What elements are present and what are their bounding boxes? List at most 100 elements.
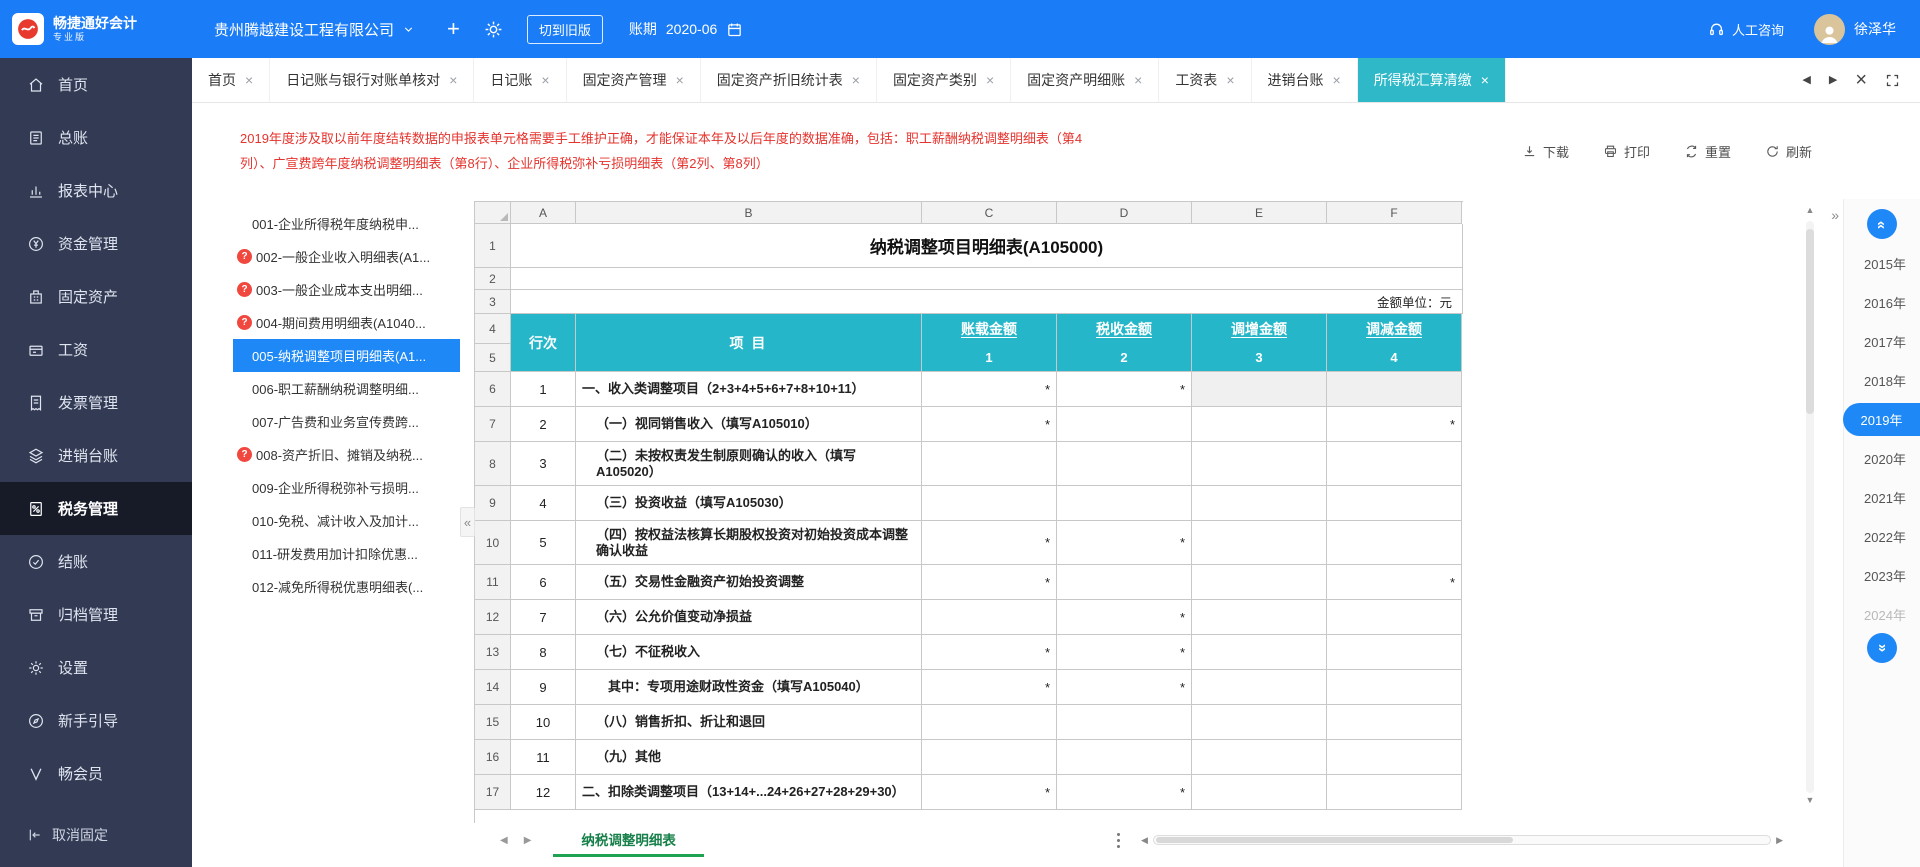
amount-cell-e[interactable] bbox=[1192, 775, 1327, 810]
year-item[interactable]: 2019年 bbox=[1843, 403, 1920, 436]
vertical-scroll-thumb[interactable] bbox=[1806, 229, 1814, 414]
sidebar-item-closing[interactable]: 结账 bbox=[0, 535, 192, 588]
scroll-right-icon[interactable]: ▶ bbox=[1771, 835, 1788, 846]
year-item[interactable]: 2018年 bbox=[1850, 364, 1920, 397]
amount-cell-e[interactable] bbox=[1192, 740, 1327, 775]
line-number-cell[interactable]: 9 bbox=[511, 670, 576, 705]
amount-cell-c[interactable]: * bbox=[922, 407, 1057, 442]
amount-cell-c[interactable]: * bbox=[922, 670, 1057, 705]
row-number[interactable]: 7 bbox=[475, 407, 511, 442]
amount-cell-f[interactable] bbox=[1327, 372, 1462, 407]
year-item[interactable]: 2022年 bbox=[1850, 520, 1920, 553]
amount-cell-d[interactable] bbox=[1057, 565, 1192, 600]
report-list-item[interactable]: ? 011-研发费用加计扣除优惠... bbox=[233, 537, 460, 570]
company-selector[interactable]: 贵州腾越建设工程有限公司 bbox=[214, 19, 415, 40]
item-cell[interactable]: （三）投资收益（填写A105030） bbox=[576, 486, 922, 521]
sidebar-item-home[interactable]: 首页 bbox=[0, 58, 192, 111]
row-number[interactable]: 1 bbox=[475, 224, 511, 268]
document-tab[interactable]: 固定资产类别 × bbox=[877, 58, 1012, 102]
report-list-item[interactable]: ? 008-资产折旧、摊销及纳税... bbox=[233, 438, 460, 471]
year-item[interactable]: 2020年 bbox=[1850, 442, 1920, 475]
sidebar-item-fixed-assets[interactable]: 固定资产 bbox=[0, 270, 192, 323]
amount-cell-f[interactable] bbox=[1327, 740, 1462, 775]
column-header[interactable]: B bbox=[576, 202, 922, 224]
line-number-cell[interactable]: 7 bbox=[511, 600, 576, 635]
row-number[interactable]: 8 bbox=[475, 442, 511, 486]
tab-close-icon[interactable]: × bbox=[541, 72, 549, 88]
document-tab[interactable]: 首页 × bbox=[192, 58, 271, 102]
document-tab[interactable]: 固定资产折旧统计表 × bbox=[701, 58, 877, 102]
item-cell[interactable]: （一）视同销售收入（填写A105010） bbox=[576, 407, 922, 442]
blank-cell[interactable] bbox=[511, 268, 1463, 290]
scroll-down-icon[interactable]: ▼ bbox=[1806, 795, 1815, 809]
amount-cell-c[interactable]: * bbox=[922, 565, 1057, 600]
sheet-tabs-prev-icon[interactable]: ◀ bbox=[492, 835, 516, 846]
report-list-item[interactable]: ? 009-企业所得税弥补亏损明... bbox=[233, 471, 460, 504]
scroll-left-icon[interactable]: ◀ bbox=[1136, 835, 1153, 846]
print-button[interactable]: 打印 bbox=[1603, 142, 1650, 161]
amount-cell-e[interactable] bbox=[1192, 670, 1327, 705]
line-number-cell[interactable]: 11 bbox=[511, 740, 576, 775]
column-header[interactable]: F bbox=[1327, 202, 1462, 224]
amount-cell-d[interactable] bbox=[1057, 486, 1192, 521]
year-item[interactable]: 2017年 bbox=[1850, 325, 1920, 358]
amount-cell-e[interactable] bbox=[1192, 486, 1327, 521]
row-number[interactable]: 9 bbox=[475, 486, 511, 521]
line-number-cell[interactable]: 6 bbox=[511, 565, 576, 600]
settings-gear-icon[interactable] bbox=[484, 20, 503, 39]
tabs-scroll-right-icon[interactable]: ▶ bbox=[1829, 74, 1837, 86]
sidebar-item-invoices[interactable]: 发票管理 bbox=[0, 376, 192, 429]
vertical-scrollbar[interactable]: ▲ ▼ bbox=[1803, 205, 1817, 809]
amount-cell-f[interactable]: * bbox=[1327, 565, 1462, 600]
row-number[interactable]: 6 bbox=[475, 372, 511, 407]
row-number[interactable]: 3 bbox=[475, 290, 511, 314]
sheet-tab[interactable]: 纳税调整明细表 bbox=[553, 823, 704, 857]
row-number[interactable]: 10 bbox=[475, 521, 511, 565]
amount-cell-e[interactable] bbox=[1192, 565, 1327, 600]
reset-button[interactable]: 重置 bbox=[1684, 142, 1731, 161]
scroll-up-icon[interactable]: ▲ bbox=[1806, 205, 1815, 219]
amount-cell-d[interactable] bbox=[1057, 740, 1192, 775]
sidebar-item-funds[interactable]: 资金管理 bbox=[0, 217, 192, 270]
row-number[interactable]: 16 bbox=[475, 740, 511, 775]
sidebar-item-guide[interactable]: 新手引导 bbox=[0, 694, 192, 747]
tab-close-icon[interactable]: × bbox=[1226, 72, 1234, 88]
amount-cell-f[interactable] bbox=[1327, 442, 1462, 486]
amount-cell-e[interactable] bbox=[1192, 521, 1327, 565]
column-header[interactable]: E bbox=[1192, 202, 1327, 224]
report-list-item[interactable]: ? 006-职工薪酬纳税调整明细... bbox=[233, 372, 460, 405]
amount-cell-f[interactable] bbox=[1327, 635, 1462, 670]
document-tab[interactable]: 所得税汇算清缴 × bbox=[1357, 58, 1506, 102]
amount-cell-e[interactable] bbox=[1192, 705, 1327, 740]
amount-cell-e[interactable] bbox=[1192, 600, 1327, 635]
row-number[interactable]: 15 bbox=[475, 705, 511, 740]
years-scroll-up-icon[interactable]: « bbox=[1867, 209, 1897, 239]
line-number-cell[interactable]: 1 bbox=[511, 372, 576, 407]
report-list-item[interactable]: ? 010-免税、减计收入及加计... bbox=[233, 504, 460, 537]
amount-cell-d[interactable] bbox=[1057, 705, 1192, 740]
report-list-item[interactable]: ? 002-一般企业收入明细表(A1... bbox=[233, 240, 460, 273]
document-tab[interactable]: 工资表 × bbox=[1159, 58, 1252, 102]
sidebar-item-settings[interactable]: 设置 bbox=[0, 641, 192, 694]
tab-close-icon[interactable]: × bbox=[1134, 72, 1142, 88]
year-item[interactable]: 2015年 bbox=[1850, 247, 1920, 280]
column-header[interactable]: D bbox=[1057, 202, 1192, 224]
document-tab[interactable]: 进销台账 × bbox=[1252, 58, 1358, 102]
amount-cell-d[interactable] bbox=[1057, 407, 1192, 442]
item-cell[interactable]: （九）其他 bbox=[576, 740, 922, 775]
years-scroll-down-icon[interactable]: « bbox=[1867, 633, 1897, 663]
document-tab[interactable]: 固定资产明细账 × bbox=[1011, 58, 1160, 102]
tab-close-icon[interactable]: × bbox=[245, 72, 253, 88]
column-header[interactable]: A bbox=[511, 202, 576, 224]
row-number[interactable]: 4 bbox=[475, 314, 511, 344]
support-button[interactable]: 人工咨询 bbox=[1708, 20, 1784, 39]
document-tab[interactable]: 日记账 × bbox=[474, 58, 567, 102]
year-item[interactable]: 2021年 bbox=[1850, 481, 1920, 514]
line-number-cell[interactable]: 4 bbox=[511, 486, 576, 521]
amount-cell-d[interactable]: * bbox=[1057, 521, 1192, 565]
amount-cell-f[interactable] bbox=[1327, 521, 1462, 565]
document-tab[interactable]: 固定资产管理 × bbox=[567, 58, 701, 102]
amount-cell-d[interactable] bbox=[1057, 442, 1192, 486]
sheet-tabs-menu-icon[interactable] bbox=[1117, 832, 1120, 848]
amount-cell-c[interactable] bbox=[922, 740, 1057, 775]
